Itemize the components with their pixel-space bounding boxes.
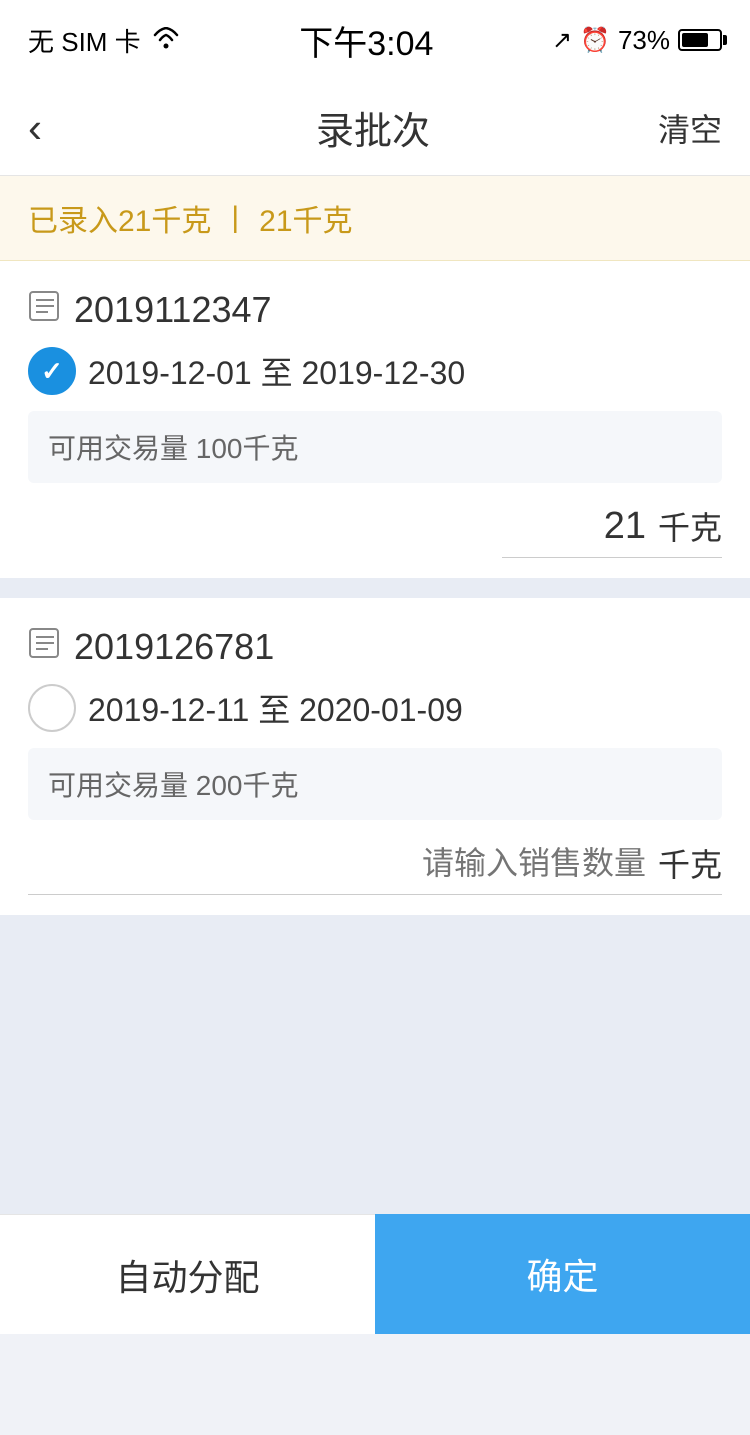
batch-item-2-header: 2019126781 2019-12-11 至 2020-01-09 可用交易量…: [0, 598, 750, 820]
doc-icon-2: [28, 627, 64, 667]
status-left: 无 SIM 卡: [28, 22, 181, 59]
nav-bar: ‹ 录批次 清空: [0, 80, 750, 176]
recorded-amount-label: 已录入21千克: [28, 196, 211, 240]
clear-button[interactable]: 清空: [658, 105, 722, 151]
info-divider: |: [231, 201, 239, 235]
batch-id-1: 2019112347: [74, 289, 272, 331]
page-title: 录批次: [316, 100, 430, 155]
available-row-2: 可用交易量 200千克: [28, 748, 722, 820]
batch-id-row-2: 2019126781: [28, 626, 722, 668]
batch-id-2: 2019126781: [74, 626, 274, 668]
confirm-button[interactable]: 确定: [375, 1214, 750, 1334]
qty-unit-2: 千克: [658, 840, 722, 886]
carrier-label: 无 SIM 卡: [28, 22, 141, 59]
status-bar: 无 SIM 卡 下午3:04 ↗ ⏰ 73%: [0, 0, 750, 80]
batch-item-1-header: 2019112347 2019-12-01 至 2019-12-30 可用交易量…: [0, 261, 750, 483]
batch-id-row-1: 2019112347: [28, 289, 722, 331]
radio-btn-2[interactable]: [28, 684, 76, 732]
wifi-icon: [151, 25, 181, 56]
section-separator: [0, 578, 750, 598]
batch-date-1: 2019-12-01 至 2019-12-30: [88, 348, 465, 394]
available-row-1: 可用交易量 100千克: [28, 411, 722, 483]
location-icon: ↗: [552, 26, 572, 55]
available-label-1: 可用交易量 100千克: [48, 433, 299, 464]
info-bar: 已录入21千克 | 21千克: [0, 176, 750, 261]
doc-icon-1: [28, 290, 64, 330]
battery-indicator: [678, 29, 722, 51]
amount-row-1: 21 千克: [0, 483, 750, 578]
qty-input-row-2: 千克: [0, 820, 750, 915]
available-label-2: 可用交易量 200千克: [48, 770, 299, 801]
batch-item-1: 2019112347 2019-12-01 至 2019-12-30 可用交易量…: [0, 261, 750, 578]
battery-pct: 73%: [618, 25, 670, 56]
amount-value-1[interactable]: 21: [566, 505, 646, 548]
info-value: 21千克: [259, 196, 352, 240]
back-button[interactable]: ‹: [28, 104, 88, 152]
batch-date-row-2: 2019-12-11 至 2020-01-09: [28, 684, 722, 732]
radio-btn-1[interactable]: [28, 347, 76, 395]
time-display: 下午3:04: [299, 16, 433, 65]
bottom-buttons: 自动分配 确定: [0, 1214, 750, 1334]
auto-distribute-button[interactable]: 自动分配: [0, 1214, 375, 1334]
batch-item-2: 2019126781 2019-12-11 至 2020-01-09 可用交易量…: [0, 598, 750, 915]
amount-unit-1: 千克: [658, 503, 722, 549]
qty-input-2[interactable]: [28, 845, 646, 882]
batch-date-row-1: 2019-12-01 至 2019-12-30: [28, 347, 722, 395]
alarm-icon: ⏰: [580, 26, 610, 55]
batch-date-2: 2019-12-11 至 2020-01-09: [88, 685, 463, 731]
status-right: ↗ ⏰ 73%: [552, 25, 722, 56]
